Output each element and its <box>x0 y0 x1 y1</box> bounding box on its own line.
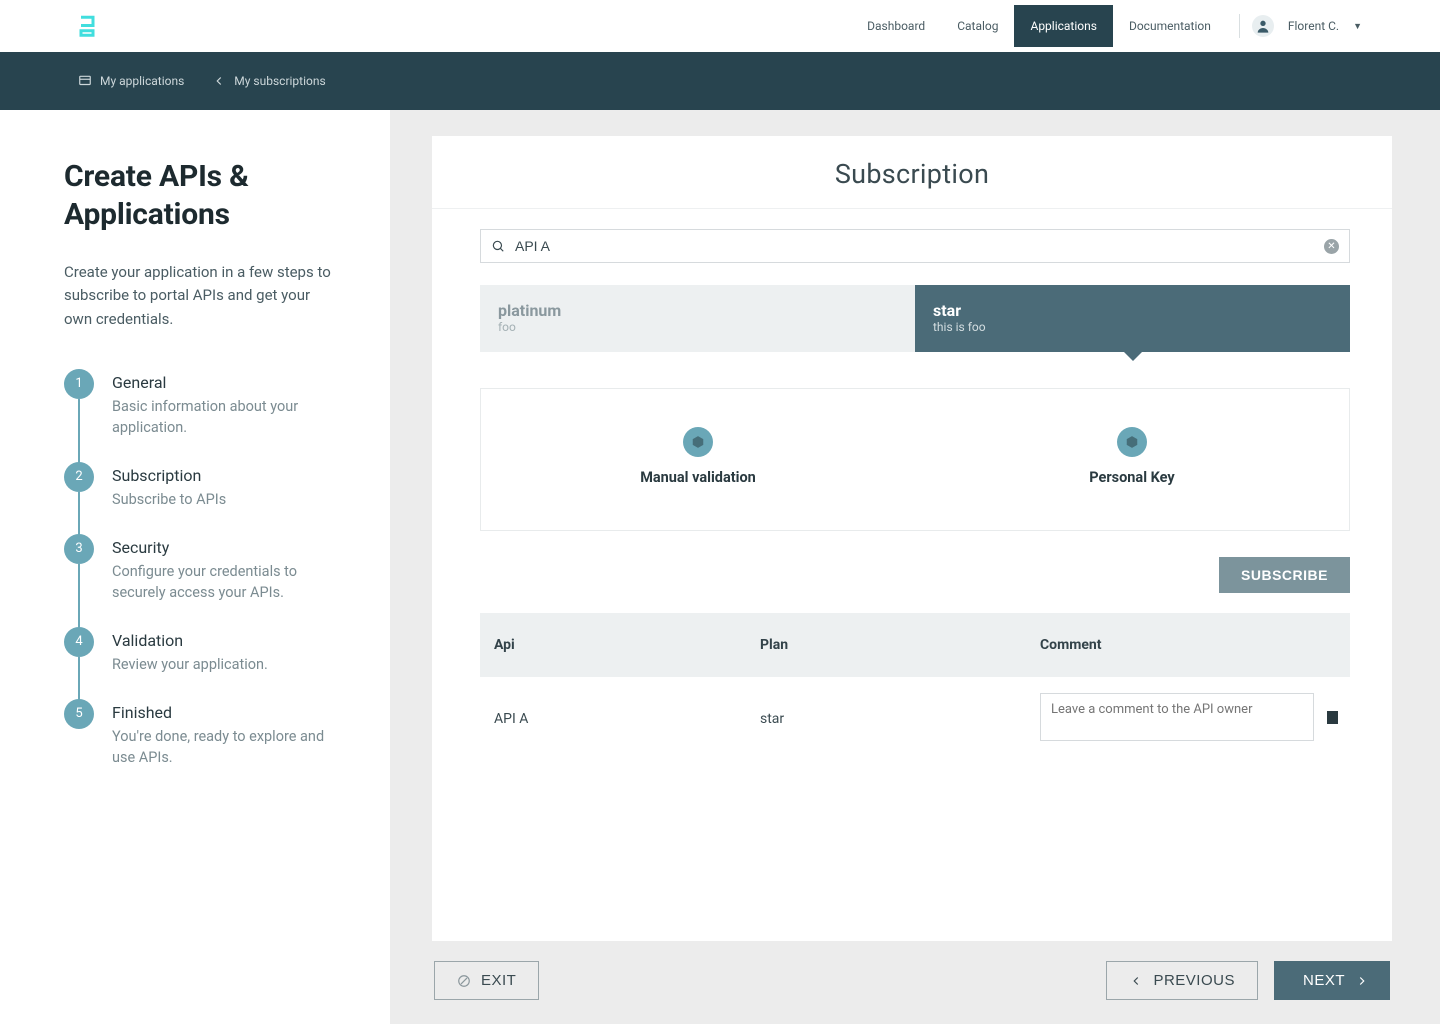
nav-catalog[interactable]: Catalog <box>941 5 1014 47</box>
step-desc: Review your application. <box>112 654 268 675</box>
clear-search-icon[interactable]: ✕ <box>1324 239 1339 254</box>
feature-manual-validation: Manual validation <box>481 427 915 486</box>
step-security[interactable]: 3 Security Configure your credentials to… <box>64 534 338 627</box>
plan-star[interactable]: star this is foo <box>915 285 1350 352</box>
subscribe-button[interactable]: SUBSCRIBE <box>1219 557 1350 593</box>
step-title: Validation <box>112 631 268 650</box>
exit-label: EXIT <box>481 972 516 989</box>
main-area: Subscription ✕ platinum foo star t <box>390 110 1440 1024</box>
nav-applications[interactable]: Applications <box>1014 5 1112 47</box>
api-search[interactable]: ✕ <box>480 229 1350 263</box>
previous-label: PREVIOUS <box>1153 972 1235 989</box>
step-validation[interactable]: 4 Validation Review your application. <box>64 627 338 699</box>
plan-sub: this is foo <box>933 320 1332 334</box>
card-title: Subscription <box>432 136 1392 209</box>
row-api: API A <box>480 711 760 727</box>
wizard-sidebar: Create APIs & Applications Create your a… <box>0 110 390 1024</box>
nav-documentation[interactable]: Documentation <box>1113 5 1227 47</box>
next-button[interactable]: NEXT <box>1274 961 1390 1000</box>
subnav-label: My applications <box>100 74 184 88</box>
step-general[interactable]: 1 General Basic information about your a… <box>64 369 338 462</box>
row-plan: star <box>760 711 1040 727</box>
previous-button[interactable]: PREVIOUS <box>1106 961 1258 1000</box>
plan-tabs: platinum foo star this is foo <box>480 285 1350 352</box>
next-label: NEXT <box>1303 972 1345 989</box>
cube-icon <box>683 427 713 457</box>
top-nav: Dashboard Catalog Applications Documenta… <box>851 5 1227 47</box>
plan-platinum[interactable]: platinum foo <box>480 285 915 352</box>
subnav-my-subscriptions[interactable]: My subscriptions <box>212 74 325 88</box>
col-comment-header: Comment <box>1040 637 1314 653</box>
divider <box>1239 14 1240 38</box>
step-number: 3 <box>64 534 94 564</box>
col-api-header: Api <box>480 637 760 653</box>
subnav-my-applications[interactable]: My applications <box>78 74 184 88</box>
comment-input[interactable] <box>1040 693 1314 741</box>
search-input[interactable] <box>515 238 1314 254</box>
wizard-steps: 1 General Basic information about your a… <box>64 369 338 768</box>
cancel-icon <box>457 974 471 988</box>
subscriptions-table: Api Plan Comment API A star <box>480 613 1350 761</box>
step-desc: Configure your credentials to securely a… <box>112 561 338 603</box>
brand-logo <box>78 15 96 37</box>
step-title: General <box>112 373 338 392</box>
step-title: Finished <box>112 703 338 722</box>
plan-title: star <box>933 301 1332 320</box>
subscription-card: Subscription ✕ platinum foo star t <box>432 136 1392 941</box>
user-menu[interactable]: Florent C. ▼ <box>1252 15 1362 37</box>
step-number: 1 <box>64 369 94 399</box>
username: Florent C. <box>1288 19 1339 33</box>
table-row: API A star <box>480 677 1350 761</box>
step-title: Subscription <box>112 466 226 485</box>
step-number: 5 <box>64 699 94 729</box>
table-header: Api Plan Comment <box>480 613 1350 677</box>
step-desc: Subscribe to APIs <box>112 489 226 510</box>
plan-sub: foo <box>498 320 897 334</box>
step-number: 4 <box>64 627 94 657</box>
step-desc: Basic information about your application… <box>112 396 338 438</box>
chevron-left-icon <box>1129 974 1143 988</box>
wizard-footer: EXIT PREVIOUS NEXT <box>432 941 1392 1004</box>
sub-header: My applications My subscriptions <box>0 52 1440 110</box>
step-title: Security <box>112 538 338 557</box>
feature-label: Personal Key <box>1089 469 1174 486</box>
avatar <box>1252 15 1274 37</box>
caret-down-icon: ▼ <box>1353 21 1362 32</box>
plan-title: platinum <box>498 301 897 320</box>
nav-dashboard[interactable]: Dashboard <box>851 5 941 47</box>
subnav-label: My subscriptions <box>234 74 325 88</box>
step-finished[interactable]: 5 Finished You're done, ready to explore… <box>64 699 338 768</box>
cube-icon <box>1117 427 1147 457</box>
step-subscription[interactable]: 2 Subscription Subscribe to APIs <box>64 462 338 534</box>
delete-row-icon[interactable] <box>1327 711 1338 724</box>
col-plan-header: Plan <box>760 637 1040 653</box>
feature-personal-key: Personal Key <box>915 427 1349 486</box>
top-header: Dashboard Catalog Applications Documenta… <box>0 0 1440 52</box>
exit-button[interactable]: EXIT <box>434 961 539 1000</box>
feature-label: Manual validation <box>640 469 756 486</box>
page-desc: Create your application in a few steps t… <box>64 261 338 331</box>
chevron-right-icon <box>1355 974 1369 988</box>
step-number: 2 <box>64 462 94 492</box>
page-title: Create APIs & Applications <box>64 158 338 233</box>
search-icon <box>491 239 505 253</box>
step-desc: You're done, ready to explore and use AP… <box>112 726 338 768</box>
plan-features: Manual validation Personal Key <box>480 388 1350 531</box>
